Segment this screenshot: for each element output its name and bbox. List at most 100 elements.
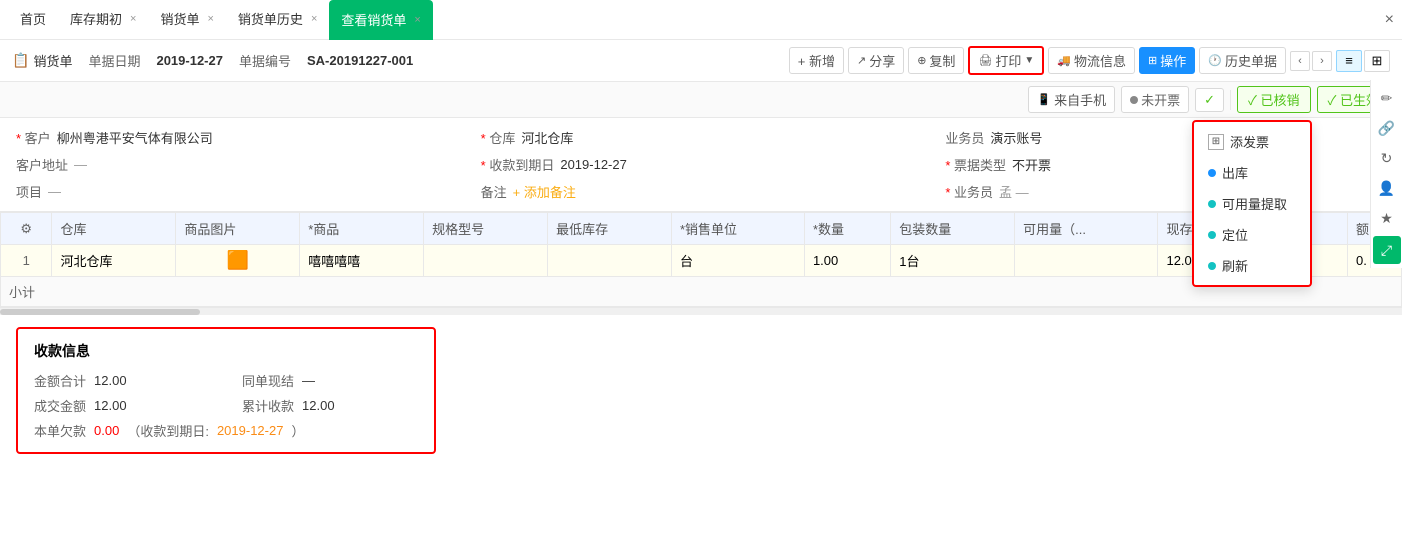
cumulative-row: 累计收款 12.00: [242, 396, 418, 415]
add-note-button[interactable]: + 添加备注: [513, 182, 576, 201]
ticket-type-field: 票据类型 不开票: [945, 155, 1386, 174]
cell-product: 嘻嘻嘻嘻: [300, 245, 424, 277]
view-grid-button[interactable]: ⊞: [1364, 50, 1390, 72]
user-icon[interactable]: 👤: [1373, 174, 1401, 202]
new-button[interactable]: + 新增: [789, 47, 844, 74]
tab-close-inventory-init[interactable]: ×: [130, 13, 136, 25]
confirm-button[interactable]: ✓: [1195, 88, 1224, 112]
refresh-menu-icon: [1208, 262, 1216, 270]
customer-field: 客户 柳州粤港平安气体有限公司: [16, 128, 457, 147]
settlement-row: 同单现结 —: [242, 371, 418, 390]
staff-field: 业务员 演示账号: [945, 128, 1386, 147]
view-list-button[interactable]: ≡: [1336, 50, 1362, 72]
prev-button[interactable]: ‹: [1290, 51, 1310, 71]
payment-grid: 金额合计 12.00 同单现结 — 成交金额 12.00 累计收款 12.00 …: [34, 371, 418, 440]
tab-close-check-sales[interactable]: ×: [414, 14, 420, 26]
staff2-value: 孟 —: [999, 182, 1029, 201]
project-field: 项目 —: [16, 182, 457, 201]
view-toggle: ≡ ⊞: [1336, 50, 1390, 72]
warehouse-label: 仓库: [481, 128, 516, 147]
transaction-row: 成交金额 12.00: [34, 396, 210, 415]
print-button[interactable]: 🖨 打印 ▼: [968, 46, 1044, 75]
tab-check-sales[interactable]: 查看销货单 ×: [329, 0, 432, 40]
link-icon[interactable]: 🔗: [1373, 114, 1401, 142]
th-sales-unit: *销售单位: [671, 213, 804, 245]
history-button[interactable]: 🕐 历史单据: [1199, 47, 1286, 74]
amount-value: 12.00: [94, 373, 127, 388]
scroll-thumb[interactable]: [0, 309, 200, 315]
staff-value: 演示账号: [990, 128, 1042, 147]
amount-row: 金额合计 12.00: [34, 371, 210, 390]
doc-no-value: SA-20191227-001: [307, 53, 413, 68]
main-content: 📋 销货单 单据日期 2019-12-27 单据编号 SA-20191227-0…: [0, 40, 1402, 533]
tab-inventory-init[interactable]: 库存期初 ×: [58, 0, 148, 40]
available-pickup-item[interactable]: 可用量提取: [1194, 188, 1310, 219]
outbound-icon: [1208, 169, 1216, 177]
cell-quantity: 1.00: [804, 245, 890, 277]
due-date: 2019-12-27: [217, 423, 284, 438]
th-settings[interactable]: ⚙: [1, 213, 52, 245]
logistics-button[interactable]: 🚚 物流信息: [1048, 47, 1135, 74]
settlement-label: 同单现结: [242, 371, 294, 390]
doc-date-label: 单据日期: [88, 51, 140, 70]
cumulative-label: 累计收款: [242, 396, 294, 415]
th-available: 可用量（...: [1015, 213, 1158, 245]
customer-label: 客户: [16, 128, 51, 147]
cell-spec: [424, 245, 548, 277]
outbound-item[interactable]: 出库: [1194, 157, 1310, 188]
doc-header: 📋 销货单 单据日期 2019-12-27 单据编号 SA-20191227-0…: [0, 40, 1402, 82]
expand-icon[interactable]: ⤢: [1373, 236, 1401, 264]
tab-close-sales-order[interactable]: ×: [207, 13, 213, 25]
project-value: —: [48, 184, 61, 199]
due-note: （收款到期日:: [127, 421, 209, 440]
customer-value: 柳州粤港平安气体有限公司: [57, 128, 213, 147]
revoked-status[interactable]: ✓ 已核销: [1237, 86, 1311, 113]
doc-no-label: 单据编号: [239, 51, 291, 70]
locate-item[interactable]: 定位: [1194, 219, 1310, 250]
th-product-img: 商品图片: [176, 213, 300, 245]
doc-type-label: 销货单: [33, 51, 72, 70]
not-open-button[interactable]: 未开票: [1121, 86, 1189, 113]
address-label: 客户地址: [16, 155, 68, 174]
horizontal-scrollbar[interactable]: [0, 307, 1402, 315]
refresh-item[interactable]: 刷新: [1194, 250, 1310, 281]
th-pack-qty: 包装数量: [891, 213, 1015, 245]
cell-pack-qty: 1台: [891, 245, 1015, 277]
window-close-button[interactable]: ×: [1385, 11, 1394, 29]
tab-sales-history[interactable]: 销货单历史 ×: [226, 0, 329, 40]
tab-sales-order[interactable]: 销货单 ×: [148, 0, 225, 40]
next-button[interactable]: ›: [1312, 51, 1332, 71]
doc-date-value: 2019-12-27: [156, 53, 223, 68]
staff-label: 业务员: [945, 128, 984, 147]
refresh-icon[interactable]: ↻: [1373, 144, 1401, 172]
due-label: 本单欠款: [34, 421, 86, 440]
cell-available: [1015, 245, 1158, 277]
doc-toolbar: + 新增 ↗ 分享 ⊕ 复制 🖨 打印 ▼ 🚚 物流信息 ⊞ 操作: [789, 46, 1390, 75]
edit-icon[interactable]: ✏: [1373, 84, 1401, 112]
th-product: *商品: [300, 213, 424, 245]
copy-button[interactable]: ⊕ 复制: [908, 47, 964, 74]
cell-sales-unit: 台: [671, 245, 804, 277]
ticket-type-value: 不开票: [1012, 155, 1051, 174]
note-label: 备注: [481, 182, 507, 201]
due-row: 本单欠款 0.00 （收款到期日: 2019-12-27 ）: [34, 421, 418, 440]
project-label: 项目: [16, 182, 42, 201]
share-button[interactable]: ↗ 分享: [848, 47, 904, 74]
address-value: —: [74, 157, 87, 172]
payment-date-field: 收款到期日 2019-12-27: [481, 155, 922, 174]
warehouse-field: 仓库 河北仓库: [481, 128, 922, 147]
staff2-label: 业务员: [945, 182, 993, 201]
ticket-type-label: 票据类型: [945, 155, 1006, 174]
warehouse-value: 河北仓库: [521, 128, 573, 147]
transaction-label: 成交金额: [34, 396, 86, 415]
add-invoice-item[interactable]: ⊞ 添发票: [1194, 126, 1310, 157]
bottom-section: 收款信息 金额合计 12.00 同单现结 — 成交金额 12.00 累计收款 1…: [0, 315, 1402, 466]
star-icon[interactable]: ★: [1373, 204, 1401, 232]
payment-info-title: 收款信息: [34, 341, 418, 361]
th-min-stock: 最低库存: [548, 213, 672, 245]
cell-min-stock: [548, 245, 672, 277]
tab-home[interactable]: 首页: [8, 0, 58, 40]
tab-close-sales-history[interactable]: ×: [311, 13, 317, 25]
from-phone-button[interactable]: 📱 来自手机: [1028, 86, 1115, 113]
operations-button[interactable]: ⊞ 操作: [1139, 47, 1195, 74]
